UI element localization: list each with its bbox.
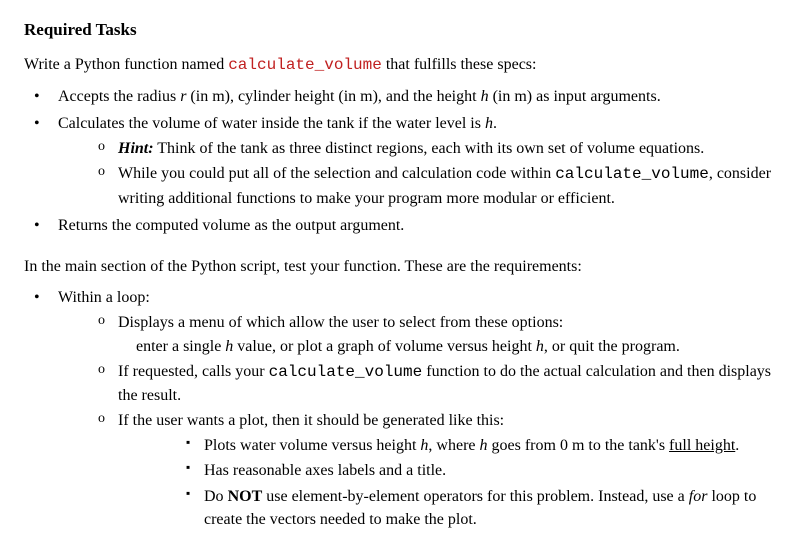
text: , or quit the program. [544, 338, 680, 355]
call-function-item: If requested, calls your calculate_volum… [58, 360, 787, 407]
var-h: h [536, 338, 544, 355]
modular-item: While you could put all of the selection… [58, 162, 787, 209]
loop-label: Within a loop: [58, 289, 150, 306]
section2-paragraph: In the main section of the Python script… [24, 255, 787, 278]
menu-item: Displays a menu of which allow the user … [58, 311, 787, 357]
code-calculate-volume: calculate_volume [228, 56, 382, 74]
not-bold: NOT [228, 488, 263, 505]
text: . [735, 437, 739, 454]
var-h: h [485, 115, 493, 132]
code-calculate-volume: calculate_volume [555, 165, 709, 183]
plot-sublist: Plots water volume versus height h, wher… [118, 434, 787, 531]
full-height-underline: full height [669, 437, 735, 454]
text: . [493, 115, 497, 132]
spec-item-3: Returns the computed volume as the outpu… [24, 214, 787, 237]
text: If requested, calls your [118, 363, 269, 380]
hint-text: Think of the tank as three distinct regi… [154, 140, 705, 157]
text: If the user wants a plot, then it should… [118, 412, 504, 429]
spec-list: Accepts the radius r (in m), cylinder he… [24, 85, 787, 237]
plot-labels-item: Has reasonable axes labels and a title. [118, 459, 787, 482]
text: (in m) as input arguments. [489, 88, 661, 105]
text: Plots water volume versus height [204, 437, 420, 454]
loop-item: Within a loop: Displays a menu of which … [24, 286, 787, 531]
text: Calculates the volume of water inside th… [58, 115, 485, 132]
plot-item: If the user wants a plot, then it should… [58, 409, 787, 531]
text: While you could put all of the selection… [118, 165, 555, 182]
intro-pre: Write a Python function named [24, 56, 228, 73]
text: Accepts the radius [58, 88, 180, 105]
menu-line1: Displays a menu of which allow the user … [118, 314, 563, 331]
plot-range-item: Plots water volume versus height h, wher… [118, 434, 787, 457]
menu-line2: enter a single h value, or plot a graph … [118, 335, 787, 358]
text: Returns the computed volume as the outpu… [58, 217, 404, 234]
hint-label: Hint: [118, 140, 154, 157]
hint-item: Hint: Think of the tank as three distinc… [58, 137, 787, 160]
spec-item-2: Calculates the volume of water inside th… [24, 112, 787, 210]
text: Has reasonable axes labels and a title. [204, 462, 446, 479]
text: Do [204, 488, 228, 505]
text: enter a single [136, 338, 225, 355]
text: use element-by-element operators for thi… [262, 488, 689, 505]
intro-paragraph: Write a Python function named calculate_… [24, 53, 787, 77]
section-title: Required Tasks [24, 18, 787, 43]
plot-for-loop-item: Do NOT use element-by-element operators … [118, 485, 787, 531]
code-calculate-volume: calculate_volume [269, 363, 423, 381]
spec-item-1: Accepts the radius r (in m), cylinder he… [24, 85, 787, 108]
main-requirements-list: Within a loop: Displays a menu of which … [24, 286, 787, 531]
var-h: h [481, 88, 489, 105]
for-italic: for [689, 488, 708, 505]
text: (in m), cylinder height (in m), and the … [186, 88, 480, 105]
text: , where [428, 437, 479, 454]
spec-item-2-sublist: Hint: Think of the tank as three distinc… [58, 137, 787, 210]
text: value, or plot a graph of volume versus … [233, 338, 536, 355]
loop-sublist: Displays a menu of which allow the user … [58, 311, 787, 531]
text: goes from 0 m to the tank's [488, 437, 670, 454]
var-h: h [480, 437, 488, 454]
intro-post: that fulfills these specs: [382, 56, 537, 73]
